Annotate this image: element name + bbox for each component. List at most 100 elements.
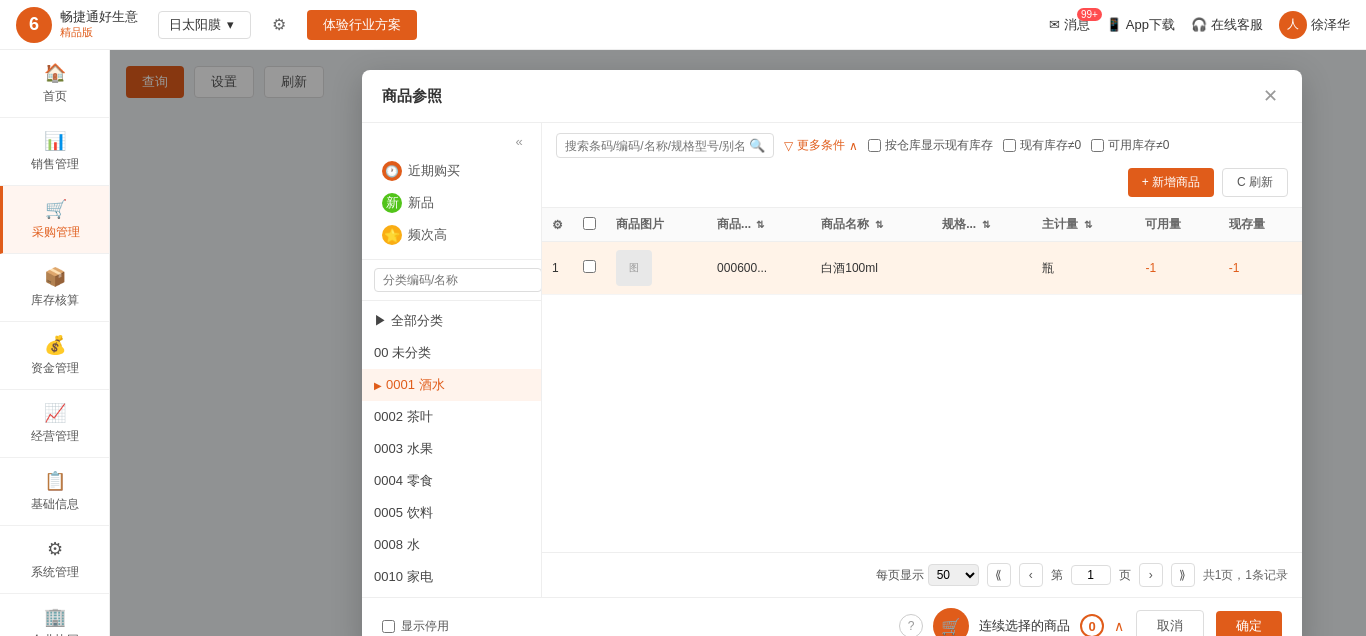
th-img: 商品图片 — [606, 208, 707, 242]
show-disabled-text: 显示停用 — [401, 618, 449, 635]
sidebar-item-basicinfo[interactable]: 📋 基础信息 — [0, 458, 109, 526]
prev-page-button[interactable]: ‹ — [1019, 563, 1043, 587]
show-disabled-checkbox[interactable] — [382, 620, 395, 633]
cat-item-0008[interactable]: 0008 水 — [362, 529, 541, 561]
sidebar-item-system[interactable]: ⚙ 系统管理 — [0, 526, 109, 594]
cat-item-0010[interactable]: 0010 家电 — [362, 561, 541, 593]
quick-new-label: 新品 — [408, 194, 434, 212]
message-item[interactable]: ✉ 消息 99+ — [1049, 16, 1090, 34]
user-area[interactable]: 人 徐泽华 — [1279, 11, 1350, 39]
th-code[interactable]: 商品... ⇅ — [707, 208, 811, 242]
quick-frequent[interactable]: ⭐ 频次高 — [374, 219, 529, 251]
cat-item-0004[interactable]: 0004 零食 — [362, 465, 541, 497]
table-row[interactable]: 1 图 000600... 白酒100ml 瓶 -1 — [542, 242, 1302, 295]
cell-checkbox[interactable] — [573, 242, 606, 295]
cart-collapse-button[interactable]: ∧ — [1114, 618, 1124, 634]
cell-name: 白酒100ml — [811, 242, 932, 295]
sidebar-label-purchase: 采购管理 — [32, 224, 80, 241]
sales-icon: 📊 — [44, 130, 66, 152]
sidebar-item-purchase[interactable]: 🛒 采购管理 — [0, 186, 109, 254]
cat-item-0005[interactable]: 0005 饮料 — [362, 497, 541, 529]
cat-item-0004-label: 0004 零食 — [374, 472, 433, 490]
finance-icon: 💰 — [44, 334, 66, 356]
help-icon[interactable]: ? — [899, 614, 923, 636]
cell-code: 000600... — [707, 242, 811, 295]
cell-available: -1 — [1135, 242, 1218, 295]
quick-new[interactable]: 新 新品 — [374, 187, 529, 219]
confirm-button[interactable]: 确定 — [1216, 611, 1282, 636]
per-page-label: 每页显示 — [876, 567, 924, 584]
select-all-checkbox[interactable] — [583, 217, 596, 230]
add-product-button[interactable]: + 新增商品 — [1128, 168, 1214, 197]
modal-close-button[interactable]: ✕ — [1258, 84, 1282, 108]
main-layout: 🏠 首页 📊 销售管理 🛒 采购管理 📦 库存核算 💰 资金管理 📈 经营管理 … — [0, 50, 1366, 636]
new-icon: 新 — [382, 193, 402, 213]
cat-item-00-label: 00 未分类 — [374, 344, 431, 362]
next-page-button[interactable]: › — [1139, 563, 1163, 587]
sidebar-item-home[interactable]: 🏠 首页 — [0, 50, 109, 118]
page-number-input[interactable] — [1071, 565, 1111, 585]
cancel-button[interactable]: 取消 — [1136, 610, 1204, 636]
cat-item-0005-label: 0005 饮料 — [374, 504, 433, 522]
category-panel: « 🕐 近期购买 新 新品 ⭐ 频次高 — [362, 123, 542, 597]
quick-access-section: « 🕐 近期购买 新 新品 ⭐ 频次高 — [362, 123, 541, 260]
sidebar-item-operation[interactable]: 📈 经营管理 — [0, 390, 109, 458]
online-service-item[interactable]: 🎧 在线客服 — [1191, 16, 1263, 34]
cart-count: 0 — [1080, 614, 1104, 636]
logo-icon: 6 — [16, 7, 52, 43]
collapse-cat-button[interactable]: « — [509, 131, 529, 151]
cat-item-0002[interactable]: 0002 茶叶 — [362, 401, 541, 433]
product-thumbnail: 图 — [616, 250, 652, 286]
chevron-up-icon: ∧ — [849, 139, 858, 153]
cell-stock: -1 — [1219, 242, 1302, 295]
app-label: App下载 — [1126, 16, 1175, 34]
logo-sub: 精品版 — [60, 25, 138, 40]
th-name[interactable]: 商品名称 ⇅ — [811, 208, 932, 242]
workspace-label: 日太阳膜 — [169, 16, 221, 34]
warehouse-stock-checkbox[interactable] — [868, 139, 881, 152]
quick-recent[interactable]: 🕐 近期购买 — [374, 155, 529, 187]
pagination: 每页显示 50 100 ⟪ ‹ 第 页 › ⟫ 共1页， — [542, 552, 1302, 597]
sidebar: 🏠 首页 📊 销售管理 🛒 采购管理 📦 库存核算 💰 资金管理 📈 经营管理 … — [0, 50, 110, 636]
cart-button[interactable]: 🛒 — [933, 608, 969, 636]
cat-item-00[interactable]: 00 未分类 — [362, 337, 541, 369]
modal-footer: 显示停用 ? 🛒 连续选择的商品 0 ∧ 取消 确定 — [362, 597, 1302, 636]
search-icon[interactable]: 🔍 — [749, 138, 765, 153]
try-industry-button[interactable]: 体验行业方案 — [307, 10, 417, 40]
more-filter-button[interactable]: ▽ 更多条件 ∧ — [784, 137, 858, 154]
cat-item-all[interactable]: ▶ 全部分类 — [362, 305, 541, 337]
sidebar-item-sales[interactable]: 📊 销售管理 — [0, 118, 109, 186]
show-disabled-label[interactable]: 显示停用 — [382, 618, 449, 635]
first-page-button[interactable]: ⟪ — [987, 563, 1011, 587]
cat-item-0001-label: 0001 酒水 — [386, 376, 445, 394]
workspace-dropdown[interactable]: 日太阳膜 ▾ — [158, 11, 251, 39]
refresh-button[interactable]: C 刷新 — [1222, 168, 1288, 197]
enterprise-icon: 🏢 — [44, 606, 66, 628]
cat-item-0001[interactable]: ▶ 0001 酒水 — [362, 369, 541, 401]
sidebar-item-enterprise[interactable]: 🏢 企业协同 — [0, 594, 109, 636]
available-not-zero-checkbox[interactable] — [1091, 139, 1104, 152]
checkbox-stock-not-zero[interactable]: 现有库存≠0 — [1003, 137, 1081, 154]
sidebar-label-inventory: 库存核算 — [31, 292, 79, 309]
th-unit[interactable]: 主计量 ⇅ — [1032, 208, 1135, 242]
modal-title: 商品参照 — [382, 87, 442, 106]
quick-recent-label: 近期购买 — [408, 162, 460, 180]
logo-area: 6 畅捷通好生意 精品版 — [16, 7, 138, 43]
sidebar-item-finance[interactable]: 💰 资金管理 — [0, 322, 109, 390]
sidebar-item-inventory[interactable]: 📦 库存核算 — [0, 254, 109, 322]
cat-item-0003[interactable]: 0003 水果 — [362, 433, 541, 465]
gear-button[interactable]: ⚙ — [263, 9, 295, 41]
per-page-dropdown[interactable]: 50 100 — [928, 564, 979, 586]
category-search-input[interactable] — [374, 268, 542, 292]
page-label: 第 — [1051, 567, 1063, 584]
th-spec[interactable]: 规格... ⇅ — [932, 208, 1032, 242]
th-settings[interactable]: ⚙ — [542, 208, 573, 242]
cell-spec — [932, 242, 1032, 295]
stock-not-zero-checkbox[interactable] — [1003, 139, 1016, 152]
checkbox-available-not-zero[interactable]: 可用库存≠0 — [1091, 137, 1169, 154]
product-search-input[interactable] — [565, 139, 745, 153]
row-checkbox[interactable] — [583, 260, 596, 273]
last-page-button[interactable]: ⟫ — [1171, 563, 1195, 587]
app-download-item[interactable]: 📱 App下载 — [1106, 16, 1175, 34]
checkbox-warehouse-stock[interactable]: 按仓库显示现有库存 — [868, 137, 993, 154]
